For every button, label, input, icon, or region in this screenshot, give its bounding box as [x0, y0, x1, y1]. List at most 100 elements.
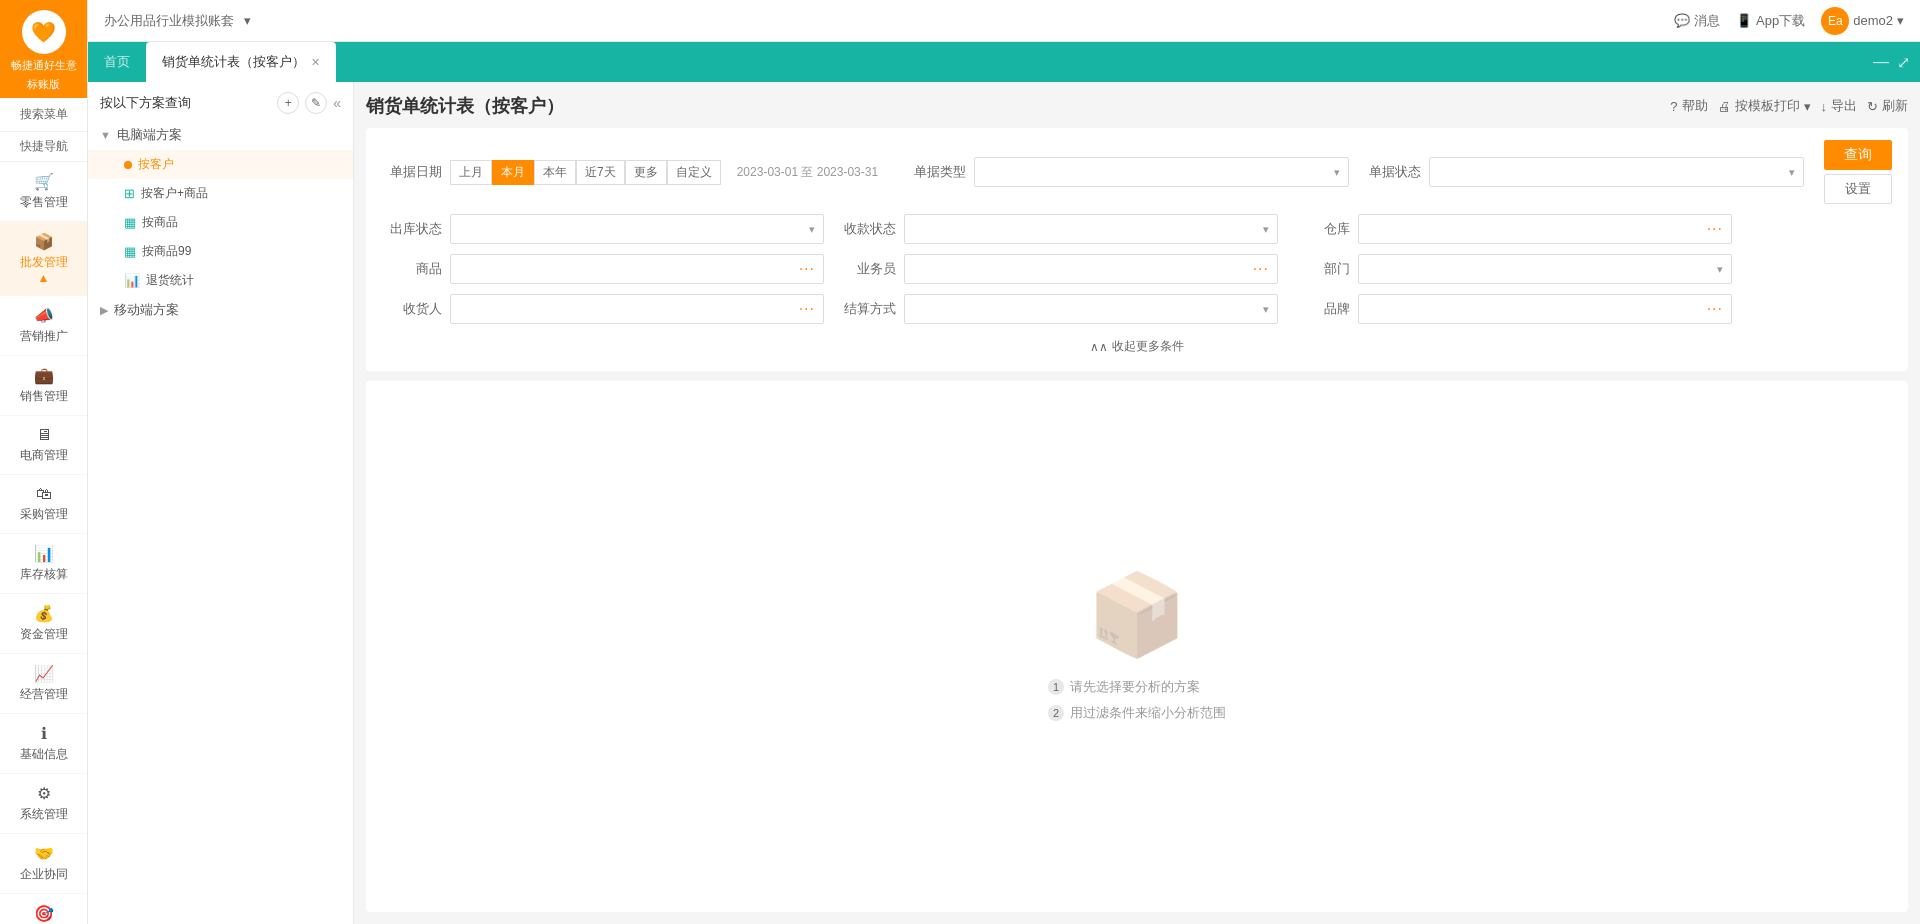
receiver-select[interactable]: ···	[450, 294, 824, 324]
out-status-select[interactable]: ▾	[450, 214, 824, 244]
receipt-status-label: 收款状态	[836, 220, 896, 238]
filter-row-2: 出库状态 ▾ 收款状态 ▾ 仓库	[382, 214, 1892, 244]
retail-label: 零售管理	[4, 194, 83, 211]
sidebar-item-newbie[interactable]: 🎯 新手引导	[0, 894, 87, 924]
settlement-select[interactable]: ▾	[904, 294, 1278, 324]
tab-sales-stat-label: 销货单统计表（按客户）	[162, 53, 305, 71]
page-title: 销货单统计表（按客户）	[366, 94, 564, 118]
tabbar: 首页 销货单统计表（按客户） ✕ — ⤢	[88, 42, 1920, 82]
sidebar-item-retail[interactable]: 🛒 零售管理	[0, 162, 87, 222]
last7days-btn[interactable]: 近7天	[576, 160, 625, 185]
this-month-btn[interactable]: 本月	[492, 160, 534, 185]
scheme-by-goods[interactable]: ▦ 按商品	[88, 208, 353, 237]
out-status-label: 出库状态	[382, 220, 442, 238]
staff-select[interactable]: ···	[904, 254, 1278, 284]
tab-sales-stat[interactable]: 销货单统计表（按客户） ✕	[146, 42, 336, 82]
sidebar-item-sales[interactable]: 💼 销售管理	[0, 356, 87, 416]
scheme-by-goods99[interactable]: ▦ 按商品99	[88, 237, 353, 266]
tab-minimize-button[interactable]: —	[1873, 53, 1889, 71]
message-button[interactable]: 💬 消息	[1674, 12, 1720, 30]
more-btn[interactable]: 更多	[625, 160, 667, 185]
dept-select[interactable]: ▾	[1358, 254, 1732, 284]
custom-btn[interactable]: 自定义	[667, 160, 721, 185]
left-panel-actions: + ✎ «	[277, 92, 341, 114]
collapse-button[interactable]: ∧∧ 收起更多条件	[1078, 334, 1196, 359]
collapse-panel-button[interactable]: «	[333, 95, 341, 111]
basic-icon: ℹ	[4, 724, 83, 743]
tree-desktop-parent[interactable]: ▼ 电脑端方案	[88, 120, 353, 150]
help-label: 帮助	[1682, 97, 1708, 115]
sidebar-item-system[interactable]: ⚙ 系统管理	[0, 774, 87, 834]
quick-nav[interactable]: 快捷导航	[0, 132, 87, 162]
tab-home[interactable]: 首页	[88, 42, 146, 82]
logo-icon: 🧡	[22, 10, 66, 54]
bill-status-select[interactable]: ▾	[1429, 157, 1804, 187]
sidebar-item-finance[interactable]: 💰 资金管理	[0, 594, 87, 654]
sidebar-item-enterprise[interactable]: 🤝 企业协同	[0, 834, 87, 894]
help-button[interactable]: ? 帮助	[1670, 97, 1707, 115]
scheme-by-goods99-label: 按商品99	[142, 243, 191, 260]
user-profile[interactable]: Ea demo2 ▾	[1821, 7, 1904, 35]
export-button[interactable]: ↓ 导出	[1821, 97, 1858, 115]
finance-icon: 💰	[4, 604, 83, 623]
goods-label: 商品	[382, 260, 442, 278]
tip1-number: 1	[1048, 679, 1064, 695]
filter-row-3: 商品 ··· 业务员 ··· 部门	[382, 254, 1892, 284]
sidebar-item-marketing[interactable]: 📣 营销推广	[0, 296, 87, 356]
brand-select[interactable]: ···	[1358, 294, 1732, 324]
out-status-caret-icon: ▾	[809, 223, 815, 236]
refresh-button[interactable]: ↻ 刷新	[1867, 97, 1908, 115]
ecommerce-icon: 🖥	[4, 426, 83, 444]
scheme-by-customer[interactable]: 按客户	[88, 150, 353, 179]
sidebar-item-wholesale[interactable]: 📦 批发管理 ▲	[0, 222, 87, 296]
wholesale-label: 批发管理	[4, 254, 83, 271]
filter-row-1: 单据日期 上月 本月 本年 近7天 更多 自定义 2023-03-01 至 20…	[382, 140, 1892, 204]
system-icon: ⚙	[4, 784, 83, 803]
template-print-button[interactable]: 🖨 按模板打印 ▾	[1718, 97, 1811, 115]
receipt-status-caret-icon: ▾	[1263, 223, 1269, 236]
empty-tip-1: 1 请先选择要分析的方案	[1048, 674, 1226, 700]
app-name: 畅捷通好生意	[11, 58, 77, 73]
receipt-status-select[interactable]: ▾	[904, 214, 1278, 244]
search-menu-label: 搜索菜单	[6, 106, 81, 123]
search-menu[interactable]: 搜索菜单	[0, 98, 87, 132]
sidebar-item-operations[interactable]: 📈 经营管理	[0, 654, 87, 714]
bill-status-label: 单据状态	[1361, 163, 1421, 181]
app-download-button[interactable]: 📱 App下载	[1736, 12, 1805, 30]
tab-maximize-button[interactable]: ⤢	[1897, 53, 1910, 72]
tab-close-icon[interactable]: ✕	[311, 56, 320, 69]
sidebar-item-purchase[interactable]: 🛍 采购管理	[0, 475, 87, 534]
basic-label: 基础信息	[4, 746, 83, 763]
add-scheme-button[interactable]: +	[277, 92, 299, 114]
warehouse-select[interactable]: ···	[1358, 214, 1732, 244]
settings-button[interactable]: 设置	[1824, 174, 1892, 204]
query-button[interactable]: 查询	[1824, 140, 1892, 170]
tab-controls: — ⤢	[1873, 53, 1920, 72]
tip2-text: 用过滤条件来缩小分析范围	[1070, 700, 1226, 726]
staff-label: 业务员	[836, 260, 896, 278]
scheme-by-customer-goods[interactable]: ⊞ 按客户+商品	[88, 179, 353, 208]
goods-select[interactable]: ···	[450, 254, 824, 284]
left-panel-header: 按以下方案查询 + ✎ «	[88, 82, 353, 120]
sidebar-item-ecommerce[interactable]: 🖥 电商管理	[0, 416, 87, 475]
sidebar-item-inventory[interactable]: 📊 库存核算	[0, 534, 87, 594]
sidebar: 🧡 畅捷通好生意 标账版 搜索菜单 快捷导航 🛒 零售管理 📦 批发管理 ▲ 📣…	[0, 0, 88, 924]
marketing-icon: 📣	[4, 306, 83, 325]
scheme-return-stat[interactable]: 📊 退货统计	[88, 266, 353, 295]
system-label: 系统管理	[4, 806, 83, 823]
last-month-btn[interactable]: 上月	[450, 160, 492, 185]
left-panel: 按以下方案查询 + ✎ « ▼ 电脑端方案 按客户 ⊞ 按客户+商品	[88, 82, 354, 924]
tab-home-label: 首页	[104, 53, 130, 71]
topbar-dropdown-icon[interactable]: ▾	[244, 13, 251, 28]
edit-scheme-button[interactable]: ✎	[305, 92, 327, 114]
topbar-left: 办公用品行业模拟账套 ▾	[104, 12, 251, 30]
bill-type-select[interactable]: ▾	[974, 157, 1349, 187]
tree-mobile-parent[interactable]: ▶ 移动端方案	[88, 295, 353, 325]
filter-row-4: 收货人 ··· 结算方式 ▾ 品牌	[382, 294, 1892, 324]
chart-icon: 📊	[124, 273, 140, 288]
this-year-btn[interactable]: 本年	[534, 160, 576, 185]
content-area: 按以下方案查询 + ✎ « ▼ 电脑端方案 按客户 ⊞ 按客户+商品	[88, 82, 1920, 924]
sales-icon: 💼	[4, 366, 83, 385]
sidebar-item-basic[interactable]: ℹ 基础信息	[0, 714, 87, 774]
scheme-by-customer-goods-label: 按客户+商品	[141, 185, 208, 202]
